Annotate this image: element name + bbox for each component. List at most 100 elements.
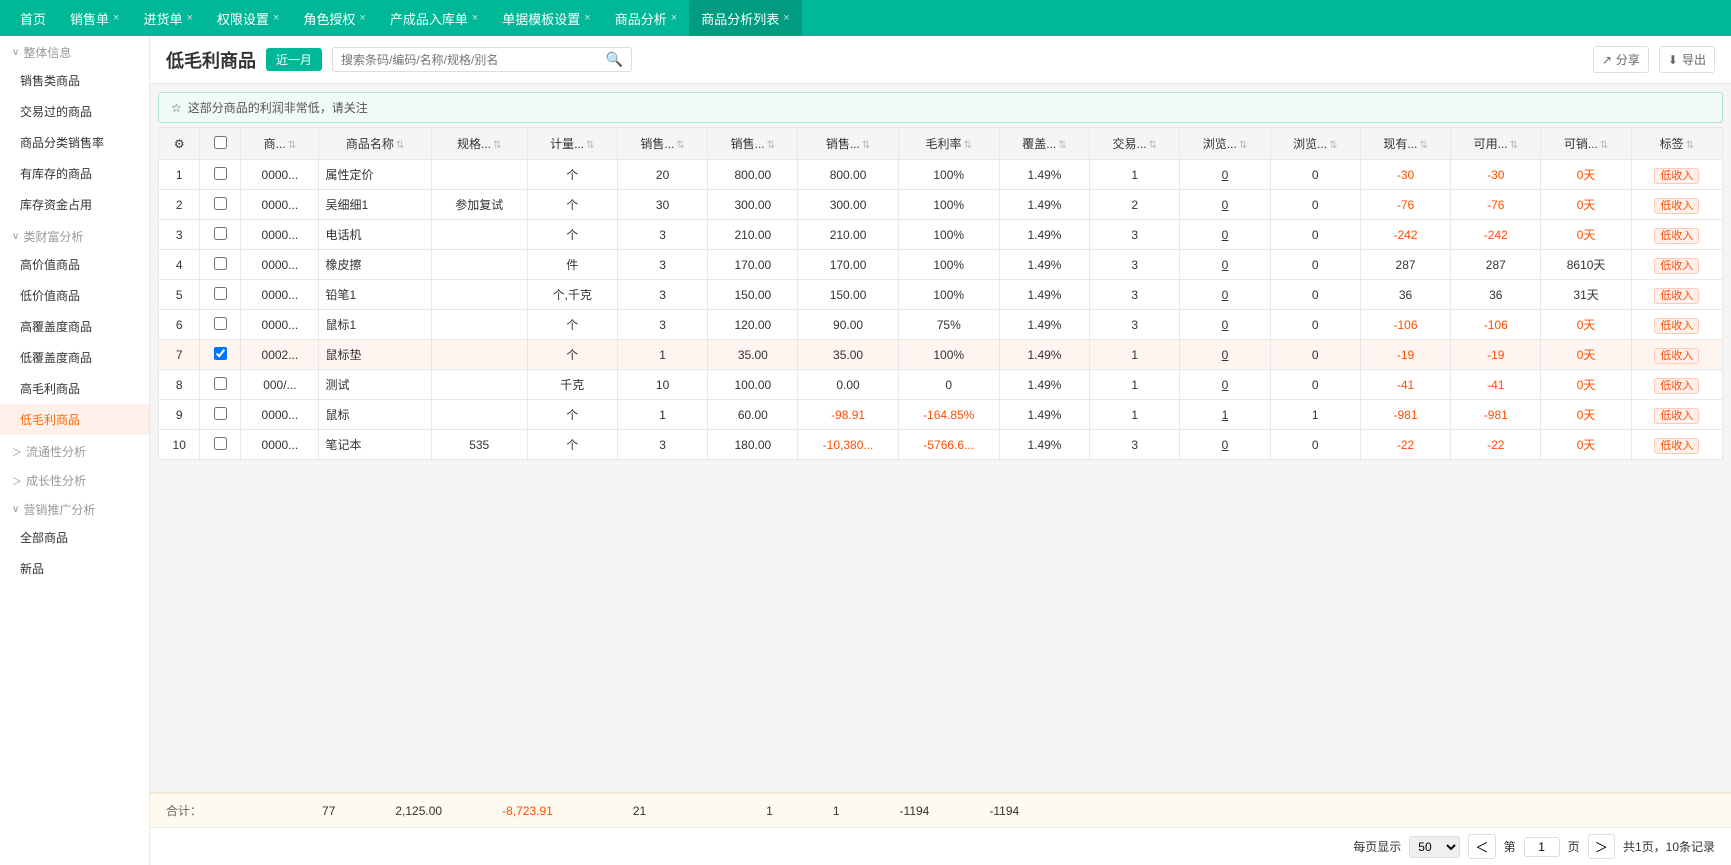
page-number-input[interactable]: [1524, 837, 1560, 857]
row-saleable: 0天: [1541, 190, 1631, 220]
sidebar-item-high-value[interactable]: 高价值商品: [0, 249, 149, 280]
row-checkbox[interactable]: [200, 370, 241, 400]
row-views1[interactable]: 0: [1180, 160, 1270, 190]
row-views1[interactable]: 0: [1180, 340, 1270, 370]
col-current-stock[interactable]: 现有...⇅: [1360, 128, 1450, 160]
close-icon[interactable]: ×: [186, 12, 192, 24]
col-views2[interactable]: 浏览...⇅: [1270, 128, 1360, 160]
prev-page-button[interactable]: ＜: [1468, 834, 1495, 859]
row-checkbox[interactable]: [200, 250, 241, 280]
nav-product-analysis[interactable]: 商品分析 ×: [603, 0, 689, 36]
col-spec[interactable]: 规格...⇅: [431, 128, 527, 160]
row-checkbox[interactable]: [200, 280, 241, 310]
row-current-stock: 36: [1360, 280, 1450, 310]
search-input[interactable]: [341, 53, 606, 67]
col-checkbox[interactable]: [200, 128, 241, 160]
row-checkbox[interactable]: [200, 190, 241, 220]
row-views1[interactable]: 1: [1180, 400, 1270, 430]
sidebar-group-marketing[interactable]: ∨ 营销推广分析: [0, 493, 149, 522]
nav-home[interactable]: 首页: [8, 0, 58, 36]
row-views1[interactable]: 0: [1180, 220, 1270, 250]
share-button[interactable]: ↗ 分享: [1593, 46, 1649, 73]
row-transaction: 1: [1090, 340, 1180, 370]
col-tag[interactable]: 标签⇅: [1631, 128, 1722, 160]
col-settings[interactable]: ⚙: [159, 128, 200, 160]
close-icon[interactable]: ×: [273, 12, 279, 24]
col-code[interactable]: 商...⇅: [241, 128, 319, 160]
row-checkbox[interactable]: [200, 340, 241, 370]
nav-purchase-order[interactable]: 进货单 ×: [131, 0, 204, 36]
sidebar-item-all-goods[interactable]: 全部商品: [0, 522, 149, 553]
close-icon[interactable]: ×: [783, 12, 789, 24]
row-views1[interactable]: 0: [1180, 370, 1270, 400]
close-icon[interactable]: ×: [472, 12, 478, 24]
row-available: -76: [1451, 190, 1541, 220]
row-spec: [431, 250, 527, 280]
col-sales-profit[interactable]: 销售...⇅: [798, 128, 898, 160]
sidebar-item-category-sales-rate[interactable]: 商品分类销售率: [0, 127, 149, 158]
row-sales-qty: 3: [617, 430, 707, 460]
sidebar: ∨ 整体信息 销售类商品 交易过的商品 商品分类销售率 有库存的商品 库存资金占…: [0, 36, 150, 865]
sidebar-group-overall[interactable]: ∨ 整体信息: [0, 36, 149, 65]
col-sales-qty[interactable]: 销售...⇅: [617, 128, 707, 160]
nav-product-analysis-list[interactable]: 商品分析列表 ×: [689, 0, 801, 36]
close-icon[interactable]: ×: [359, 12, 365, 24]
per-page-select[interactable]: 50 100 200: [1409, 836, 1460, 858]
nav-role-auth[interactable]: 角色授权 ×: [291, 0, 377, 36]
row-views1[interactable]: 0: [1180, 310, 1270, 340]
col-views1[interactable]: 浏览...⇅: [1180, 128, 1270, 160]
col-name[interactable]: 商品名称⇅: [319, 128, 431, 160]
nav-template-settings[interactable]: 单据模板设置 ×: [490, 0, 602, 36]
sidebar-item-low-coverage[interactable]: 低覆盖度商品: [0, 342, 149, 373]
row-checkbox[interactable]: [200, 400, 241, 430]
col-gross-margin[interactable]: 毛利率⇅: [898, 128, 999, 160]
sidebar-item-sales-goods[interactable]: 销售类商品: [0, 65, 149, 96]
row-spec: [431, 160, 527, 190]
col-sales-price[interactable]: 销售...⇅: [708, 128, 798, 160]
nav-sales-order[interactable]: 销售单 ×: [58, 0, 131, 36]
row-views1[interactable]: 0: [1180, 430, 1270, 460]
select-all-checkbox[interactable]: [214, 136, 227, 149]
header-actions: ↗ 分享 ⬇ 导出: [1593, 46, 1715, 73]
export-button[interactable]: ⬇ 导出: [1659, 46, 1715, 73]
row-sales-price: 150.00: [708, 280, 798, 310]
row-checkbox[interactable]: [200, 220, 241, 250]
col-coverage[interactable]: 覆盖...⇅: [999, 128, 1089, 160]
sidebar-group-growth[interactable]: ＞ 成长性分析: [0, 464, 149, 493]
sidebar-item-in-stock[interactable]: 有库存的商品: [0, 158, 149, 189]
col-transaction[interactable]: 交易...⇅: [1090, 128, 1180, 160]
col-available[interactable]: 可用...⇅: [1451, 128, 1541, 160]
sidebar-item-new-goods[interactable]: 新品: [0, 553, 149, 584]
close-icon[interactable]: ×: [671, 12, 677, 24]
table-container[interactable]: ⚙ 商...⇅ 商品名称⇅ 规格...⇅ 计量...⇅ 销售...⇅ 销售...…: [150, 127, 1731, 792]
col-unit[interactable]: 计量...⇅: [527, 128, 617, 160]
nav-permissions[interactable]: 权限设置 ×: [205, 0, 291, 36]
row-views2: 0: [1270, 190, 1360, 220]
row-checkbox[interactable]: [200, 160, 241, 190]
close-icon[interactable]: ×: [584, 12, 590, 24]
row-checkbox[interactable]: [200, 310, 241, 340]
next-page-button[interactable]: ＞: [1588, 834, 1615, 859]
sidebar-item-high-margin[interactable]: 高毛利商品: [0, 373, 149, 404]
row-views1[interactable]: 0: [1180, 280, 1270, 310]
sidebar-item-low-value[interactable]: 低价值商品: [0, 280, 149, 311]
row-views2: 1: [1270, 400, 1360, 430]
sidebar-item-low-margin[interactable]: 低毛利商品: [0, 404, 149, 435]
sidebar-group-circulation[interactable]: ＞ 流通性分析: [0, 435, 149, 464]
row-checkbox[interactable]: [200, 430, 241, 460]
time-filter-button[interactable]: 近一月: [266, 48, 322, 71]
row-views1[interactable]: 0: [1180, 190, 1270, 220]
sidebar-item-traded-goods[interactable]: 交易过的商品: [0, 96, 149, 127]
table-footer: 合计： 77 2,125.00 -8,723.91 21 1 1 -1194 -…: [150, 792, 1731, 827]
row-transaction: 3: [1090, 310, 1180, 340]
row-transaction: 2: [1090, 190, 1180, 220]
search-icon[interactable]: 🔍: [606, 51, 623, 68]
sidebar-item-inventory-fund[interactable]: 库存资金占用: [0, 189, 149, 220]
row-views1[interactable]: 0: [1180, 250, 1270, 280]
row-sales-qty: 3: [617, 220, 707, 250]
close-icon[interactable]: ×: [113, 12, 119, 24]
nav-product-inbound[interactable]: 产成品入库单 ×: [378, 0, 490, 36]
col-saleable[interactable]: 可销...⇅: [1541, 128, 1631, 160]
sidebar-item-high-coverage[interactable]: 高覆盖度商品: [0, 311, 149, 342]
sidebar-group-wealth[interactable]: ∨ 类财富分析: [0, 220, 149, 249]
